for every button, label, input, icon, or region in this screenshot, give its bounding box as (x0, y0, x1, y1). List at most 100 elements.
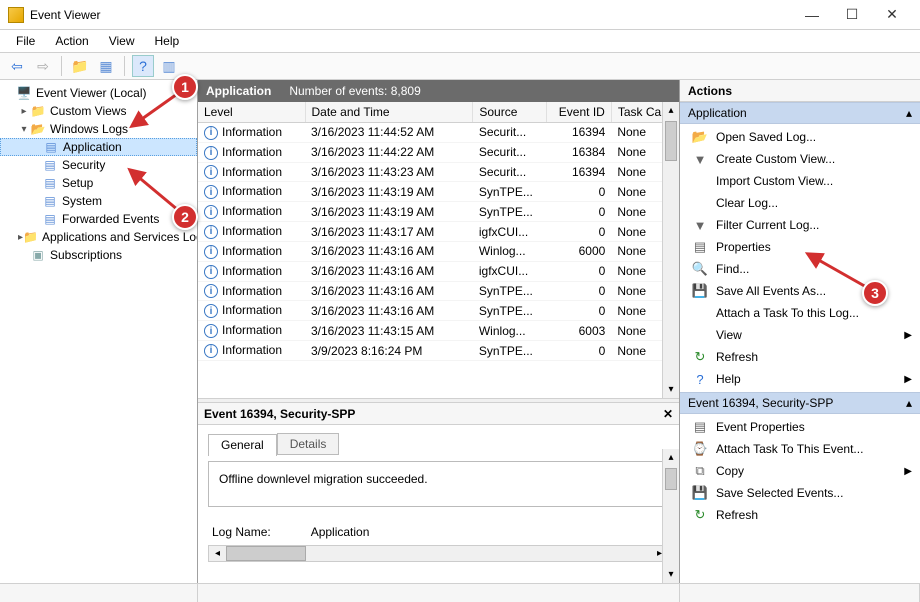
scroll-down-icon[interactable]: ▾ (663, 566, 679, 583)
column-header-row[interactable]: Level Date and Time Source Event ID Task… (198, 102, 679, 123)
actions-section-event[interactable]: Event 16394, Security-SPP ▴ (680, 392, 920, 414)
tree-security[interactable]: ▤ Security (0, 156, 197, 174)
table-row[interactable]: iInformation3/16/2023 11:43:19 AMSynTPE.… (198, 182, 679, 202)
action-attach-task-to-this-event[interactable]: ⌚Attach Task To This Event... (680, 438, 920, 460)
forward-button[interactable]: ⇨ (32, 55, 54, 77)
action-clear-log[interactable]: Clear Log... (680, 192, 920, 214)
tree-subscriptions[interactable]: ▣ Subscriptions (0, 246, 197, 264)
detail-close-button[interactable]: ✕ (663, 407, 673, 421)
scroll-thumb[interactable] (226, 546, 306, 561)
event-grid[interactable]: Level Date and Time Source Event ID Task… (198, 102, 679, 398)
tree-windows-logs[interactable]: ▾ 📂 Windows Logs (0, 120, 197, 138)
scroll-track[interactable] (306, 546, 651, 561)
scroll-up-icon[interactable]: ▴ (663, 102, 679, 119)
cell-source: igfxCUI... (473, 261, 546, 281)
maximize-button[interactable]: ☐ (832, 1, 872, 29)
up-button[interactable]: 📁 (69, 55, 91, 77)
action-properties[interactable]: ▤Properties (680, 236, 920, 258)
tree-custom-views[interactable]: ▸ 📁 Custom Views (0, 102, 197, 120)
table-row[interactable]: iInformation3/16/2023 11:44:22 AMSecurit… (198, 142, 679, 162)
scroll-track[interactable] (663, 492, 679, 566)
table-row[interactable]: iInformation3/16/2023 11:43:16 AMSynTPE.… (198, 281, 679, 301)
blank-icon (692, 305, 708, 321)
table-row[interactable]: iInformation3/16/2023 11:43:19 AMSynTPE.… (198, 202, 679, 222)
tree-root[interactable]: 🖥️ Event Viewer (Local) (0, 84, 197, 102)
collapse-icon[interactable]: ▴ (906, 396, 912, 410)
log-icon: ▤ (42, 193, 58, 209)
collapse-icon[interactable]: ▴ (906, 106, 912, 120)
tree-apps-services[interactable]: ▸ 📁 Applications and Services Logs (0, 228, 197, 246)
tree-label: Application (63, 140, 122, 154)
tree-forwarded[interactable]: ▤ Forwarded Events (0, 210, 197, 228)
action-save-all-events-as[interactable]: 💾Save All Events As... (680, 280, 920, 302)
info-icon: i (204, 165, 218, 179)
back-button[interactable]: ⇦ (6, 55, 28, 77)
menu-view[interactable]: View (101, 32, 143, 50)
detail-vertical-scrollbar[interactable]: ▴ ▾ (662, 449, 679, 583)
action-refresh[interactable]: ↻Refresh (680, 346, 920, 368)
action-create-custom-view[interactable]: ▼Create Custom View... (680, 148, 920, 170)
cell-source: Winlog... (473, 321, 546, 341)
action-view[interactable]: View▶ (680, 324, 920, 346)
col-datetime[interactable]: Date and Time (305, 102, 473, 123)
cell-level: iInformation (198, 261, 305, 281)
collapse-icon[interactable]: ▾ (18, 124, 30, 135)
tab-general[interactable]: General (208, 434, 277, 456)
menu-action[interactable]: Action (47, 32, 96, 50)
actions-section-application[interactable]: Application ▴ (680, 102, 920, 124)
scroll-up-icon[interactable]: ▴ (663, 449, 679, 466)
action-save-selected-events[interactable]: 💾Save Selected Events... (680, 482, 920, 504)
scroll-thumb[interactable] (665, 121, 677, 161)
table-row[interactable]: iInformation3/16/2023 11:43:23 AMSecurit… (198, 162, 679, 182)
scroll-thumb[interactable] (665, 468, 677, 490)
action-import-custom-view[interactable]: Import Custom View... (680, 170, 920, 192)
cell-eventid: 16394 (546, 162, 611, 182)
help-button[interactable]: ? (132, 55, 154, 77)
tree-label: Subscriptions (50, 248, 122, 262)
tree-label: System (62, 194, 102, 208)
col-source[interactable]: Source (473, 102, 546, 123)
action-help[interactable]: ?Help▶ (680, 368, 920, 390)
tree-system[interactable]: ▤ System (0, 192, 197, 210)
table-row[interactable]: iInformation3/16/2023 11:43:17 AMigfxCUI… (198, 222, 679, 242)
table-row[interactable]: iInformation3/16/2023 11:44:52 AMSecurit… (198, 123, 679, 143)
scroll-down-icon[interactable]: ▾ (663, 381, 679, 398)
menu-file[interactable]: File (8, 32, 43, 50)
action-attach-a-task-to-this-log[interactable]: Attach a Task To this Log... (680, 302, 920, 324)
navigation-tree[interactable]: 🖥️ Event Viewer (Local) ▸ 📁 Custom Views… (0, 80, 198, 583)
col-eventid[interactable]: Event ID (546, 102, 611, 123)
cell-source: Securit... (473, 123, 546, 143)
menu-help[interactable]: Help (147, 32, 188, 50)
action-filter-current-log[interactable]: ▼Filter Current Log... (680, 214, 920, 236)
action-event-properties[interactable]: ▤Event Properties (680, 416, 920, 438)
tree-application[interactable]: ▤ Application (0, 138, 197, 156)
cell-datetime: 3/16/2023 11:43:17 AM (305, 222, 473, 242)
view-button[interactable]: ▦ (95, 55, 117, 77)
action-copy[interactable]: ⧉Copy▶ (680, 460, 920, 482)
table-row[interactable]: iInformation3/9/2023 8:16:24 PMSynTPE...… (198, 341, 679, 361)
tree-label: Security (62, 158, 105, 172)
action-open-saved-log[interactable]: 📂Open Saved Log... (680, 126, 920, 148)
info-icon: i (204, 245, 218, 259)
panel-button[interactable]: ▥ (158, 55, 180, 77)
scroll-left-icon[interactable]: ◂ (209, 546, 226, 561)
tree-setup[interactable]: ▤ Setup (0, 174, 197, 192)
table-row[interactable]: iInformation3/16/2023 11:43:16 AMigfxCUI… (198, 261, 679, 281)
table-row[interactable]: iInformation3/16/2023 11:43:15 AMWinlog.… (198, 321, 679, 341)
minimize-button[interactable]: — (792, 1, 832, 29)
blank-icon (692, 195, 708, 211)
detail-horizontal-scrollbar[interactable]: ◂ ▸ (208, 545, 669, 562)
table-row[interactable]: iInformation3/16/2023 11:43:16 AMSynTPE.… (198, 301, 679, 321)
action-find[interactable]: 🔍Find... (680, 258, 920, 280)
tab-details[interactable]: Details (277, 433, 340, 455)
close-button[interactable]: ✕ (872, 1, 912, 29)
tree-label: Forwarded Events (62, 212, 159, 226)
scroll-track[interactable] (663, 163, 679, 381)
event-table[interactable]: Level Date and Time Source Event ID Task… (198, 102, 679, 361)
expand-icon[interactable]: ▸ (18, 106, 30, 117)
col-level[interactable]: Level (198, 102, 305, 123)
table-row[interactable]: iInformation3/16/2023 11:43:16 AMWinlog.… (198, 241, 679, 261)
grid-vertical-scrollbar[interactable]: ▴ ▾ (662, 102, 679, 398)
action-refresh[interactable]: ↻Refresh (680, 504, 920, 526)
info-icon: i (204, 265, 218, 279)
